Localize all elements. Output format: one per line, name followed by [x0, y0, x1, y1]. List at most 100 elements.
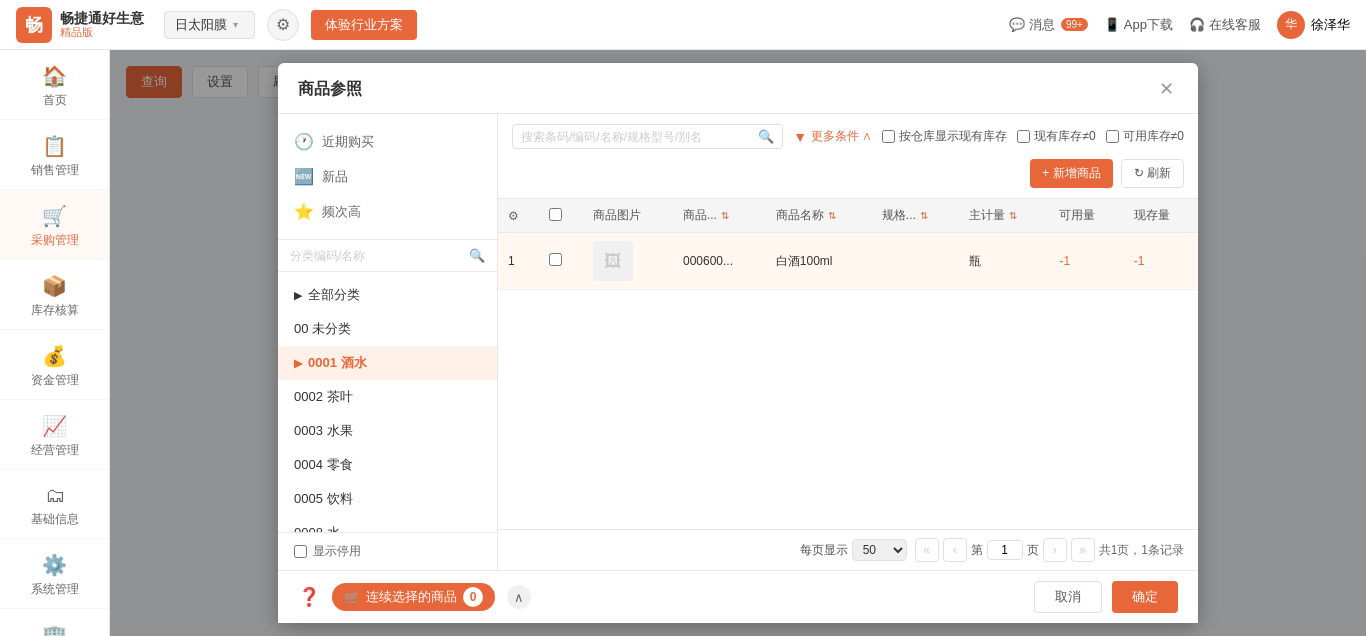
by-warehouse-label: 按仓库显示现有库存 — [899, 128, 1007, 145]
col-name[interactable]: 商品名称⇅ — [766, 199, 872, 233]
recent-tab[interactable]: 🕐 近期购买 — [278, 124, 497, 159]
sidebar-item-purchase[interactable]: 🛒 采购管理 — [0, 190, 109, 260]
category-search-icon[interactable]: 🔍 — [469, 248, 485, 263]
workspace-selector[interactable]: 日太阳膜 ▾ — [164, 11, 255, 39]
category-0005[interactable]: 0005 饮料 — [278, 482, 497, 516]
sidebar-item-finance[interactable]: 💰 资金管理 — [0, 330, 109, 400]
filter-icon: ▼ — [793, 129, 807, 145]
more-filter-button[interactable]: ▼ 更多条件 ∧ — [793, 128, 872, 145]
col-spec[interactable]: 规格...⇅ — [872, 199, 960, 233]
refresh-button[interactable]: ↻ 刷新 — [1121, 159, 1184, 188]
sidebar-label-sales: 销售管理 — [31, 162, 79, 179]
available-nonzero-checkbox[interactable] — [1017, 130, 1030, 143]
new-tab[interactable]: 🆕 新品 — [278, 159, 497, 194]
modal-close-button[interactable]: ✕ — [1154, 77, 1178, 101]
top-nav: 畅 畅捷通好生意 精品版 日太阳膜 ▾ ⚙ 体验行业方案 💬 消息 99+ 📱 … — [0, 0, 1366, 50]
by-warehouse-checkbox[interactable] — [882, 130, 895, 143]
usable-nonzero-checkbox[interactable] — [1106, 130, 1119, 143]
category-search-input[interactable] — [290, 249, 463, 263]
category-0004[interactable]: 0004 零食 — [278, 448, 497, 482]
message-button[interactable]: 💬 消息 99+ — [1009, 16, 1088, 34]
row-unit: 瓶 — [959, 233, 1049, 290]
category-0008-label: 0008 水 — [294, 524, 340, 532]
cart-area[interactable]: 🛒 连续选择的商品 0 — [332, 583, 495, 611]
sidebar-label-finance: 资金管理 — [31, 372, 79, 389]
user-info[interactable]: 华 徐泽华 — [1277, 11, 1350, 39]
page-prev-button[interactable]: ‹ — [943, 538, 967, 562]
modal-footer: ❓ 🛒 连续选择的商品 0 ∧ 取消 确定 — [278, 570, 1198, 623]
app-icon: 📱 — [1104, 17, 1120, 32]
col-settings[interactable]: ⚙ — [498, 199, 539, 233]
per-page-label: 每页显示 — [800, 542, 848, 559]
show-disabled-label[interactable]: 显示停用 — [313, 543, 361, 560]
category-all[interactable]: ▶ 全部分类 — [278, 278, 497, 312]
sort-icon-name: ⇅ — [828, 210, 836, 221]
modal-left-panel: 🕐 近期购买 🆕 新品 ⭐ 频次高 — [278, 114, 498, 570]
add-product-button[interactable]: + 新增商品 — [1030, 159, 1112, 188]
sidebar-item-system[interactable]: ⚙️ 系统管理 — [0, 539, 109, 609]
page-last-button[interactable]: » — [1071, 538, 1095, 562]
modal-backdrop: 商品参照 ✕ 🕐 近期购买 🆕 — [110, 50, 1366, 636]
available-nonzero-filter[interactable]: 现有库存≠0 — [1017, 128, 1095, 145]
collapse-button[interactable]: ∧ — [507, 585, 531, 609]
category-0001[interactable]: ▶ 0001 酒水 — [278, 346, 497, 380]
col-code[interactable]: 商品...⇅ — [673, 199, 766, 233]
table-head: ⚙ 商品图片 商品...⇅ 商品名称⇅ 规格...⇅ 主计量⇅ 可用量 现存量 — [498, 199, 1198, 233]
category-0002[interactable]: 0002 茶叶 — [278, 380, 497, 414]
modal-body: 🕐 近期购买 🆕 新品 ⭐ 频次高 — [278, 114, 1198, 570]
enterprise-icon: 🏢 — [42, 623, 67, 636]
recent-icon: 🕐 — [294, 132, 314, 151]
category-0001-label: 0001 酒水 — [308, 354, 367, 372]
category-all-label: 全部分类 — [308, 286, 360, 304]
app-download-button[interactable]: 📱 App下载 — [1104, 16, 1173, 34]
sidebar-label-purchase: 采购管理 — [31, 232, 79, 249]
frequent-tab-label: 频次高 — [322, 203, 361, 221]
sort-icon-code: ⇅ — [721, 210, 729, 221]
help-icon[interactable]: ❓ — [298, 586, 320, 608]
experience-button[interactable]: 体验行业方案 — [311, 10, 417, 40]
toolbar-right: + 新增商品 ↻ 刷新 — [1030, 159, 1184, 188]
sidebar-item-home[interactable]: 🏠 首页 — [0, 50, 109, 120]
confirm-button[interactable]: 确定 — [1112, 581, 1178, 613]
filter-label: 更多条件 ∧ — [811, 128, 872, 145]
by-warehouse-filter[interactable]: 按仓库显示现有库存 — [882, 128, 1007, 145]
usable-nonzero-filter[interactable]: 可用库存≠0 — [1106, 128, 1184, 145]
row-select-checkbox[interactable] — [549, 253, 562, 266]
continuous-text: 连续选择的商品 — [366, 588, 457, 606]
service-label: 在线客服 — [1209, 16, 1261, 34]
modal-right-panel: 🔍 ▼ 更多条件 ∧ 按仓库显示现有库存 — [498, 114, 1198, 570]
settings-button[interactable]: ⚙ — [267, 9, 299, 41]
per-page-select: 每页显示 50 10 20 100 — [800, 539, 907, 561]
select-all-checkbox[interactable] — [549, 208, 562, 221]
product-image: 🖼 — [593, 241, 633, 281]
page-next-button[interactable]: › — [1043, 538, 1067, 562]
per-page-dropdown[interactable]: 50 10 20 100 — [852, 539, 907, 561]
frequent-tab[interactable]: ⭐ 频次高 — [278, 194, 497, 229]
service-button[interactable]: 🎧 在线客服 — [1189, 16, 1261, 34]
table-row[interactable]: 1 🖼 000600... 白酒100ml 瓶 — [498, 233, 1198, 290]
sidebar-item-sales[interactable]: 📋 销售管理 — [0, 120, 109, 190]
page-first-button[interactable]: « — [915, 538, 939, 562]
sidebar-item-inventory[interactable]: 📦 库存核算 — [0, 260, 109, 330]
message-icon: 💬 — [1009, 17, 1025, 32]
category-0008[interactable]: 0008 水 — [278, 516, 497, 532]
chevron-down-icon: ▾ — [233, 19, 238, 30]
sidebar-item-enterprise[interactable]: 🏢 企业协同 — [0, 609, 109, 636]
logo-area: 畅 畅捷通好生意 精品版 — [16, 7, 144, 43]
available-nonzero-label: 现有库存≠0 — [1034, 128, 1095, 145]
search-icon[interactable]: 🔍 — [758, 129, 774, 144]
col-checkbox — [539, 199, 583, 233]
headset-icon: 🎧 — [1189, 17, 1205, 32]
category-0004-label: 0004 零食 — [294, 456, 353, 474]
col-unit[interactable]: 主计量⇅ — [959, 199, 1049, 233]
category-0005-label: 0005 饮料 — [294, 490, 353, 508]
sidebar-item-operation[interactable]: 📈 经营管理 — [0, 400, 109, 470]
show-disabled-checkbox[interactable] — [294, 545, 307, 558]
category-0003[interactable]: 0003 水果 — [278, 414, 497, 448]
product-search-input[interactable] — [521, 130, 758, 144]
sidebar-item-basic[interactable]: 🗂 基础信息 — [0, 470, 109, 539]
sidebar-label-operation: 经营管理 — [31, 442, 79, 459]
page-input[interactable] — [987, 540, 1023, 560]
cancel-button[interactable]: 取消 — [1034, 581, 1102, 613]
category-00[interactable]: 00 未分类 — [278, 312, 497, 346]
